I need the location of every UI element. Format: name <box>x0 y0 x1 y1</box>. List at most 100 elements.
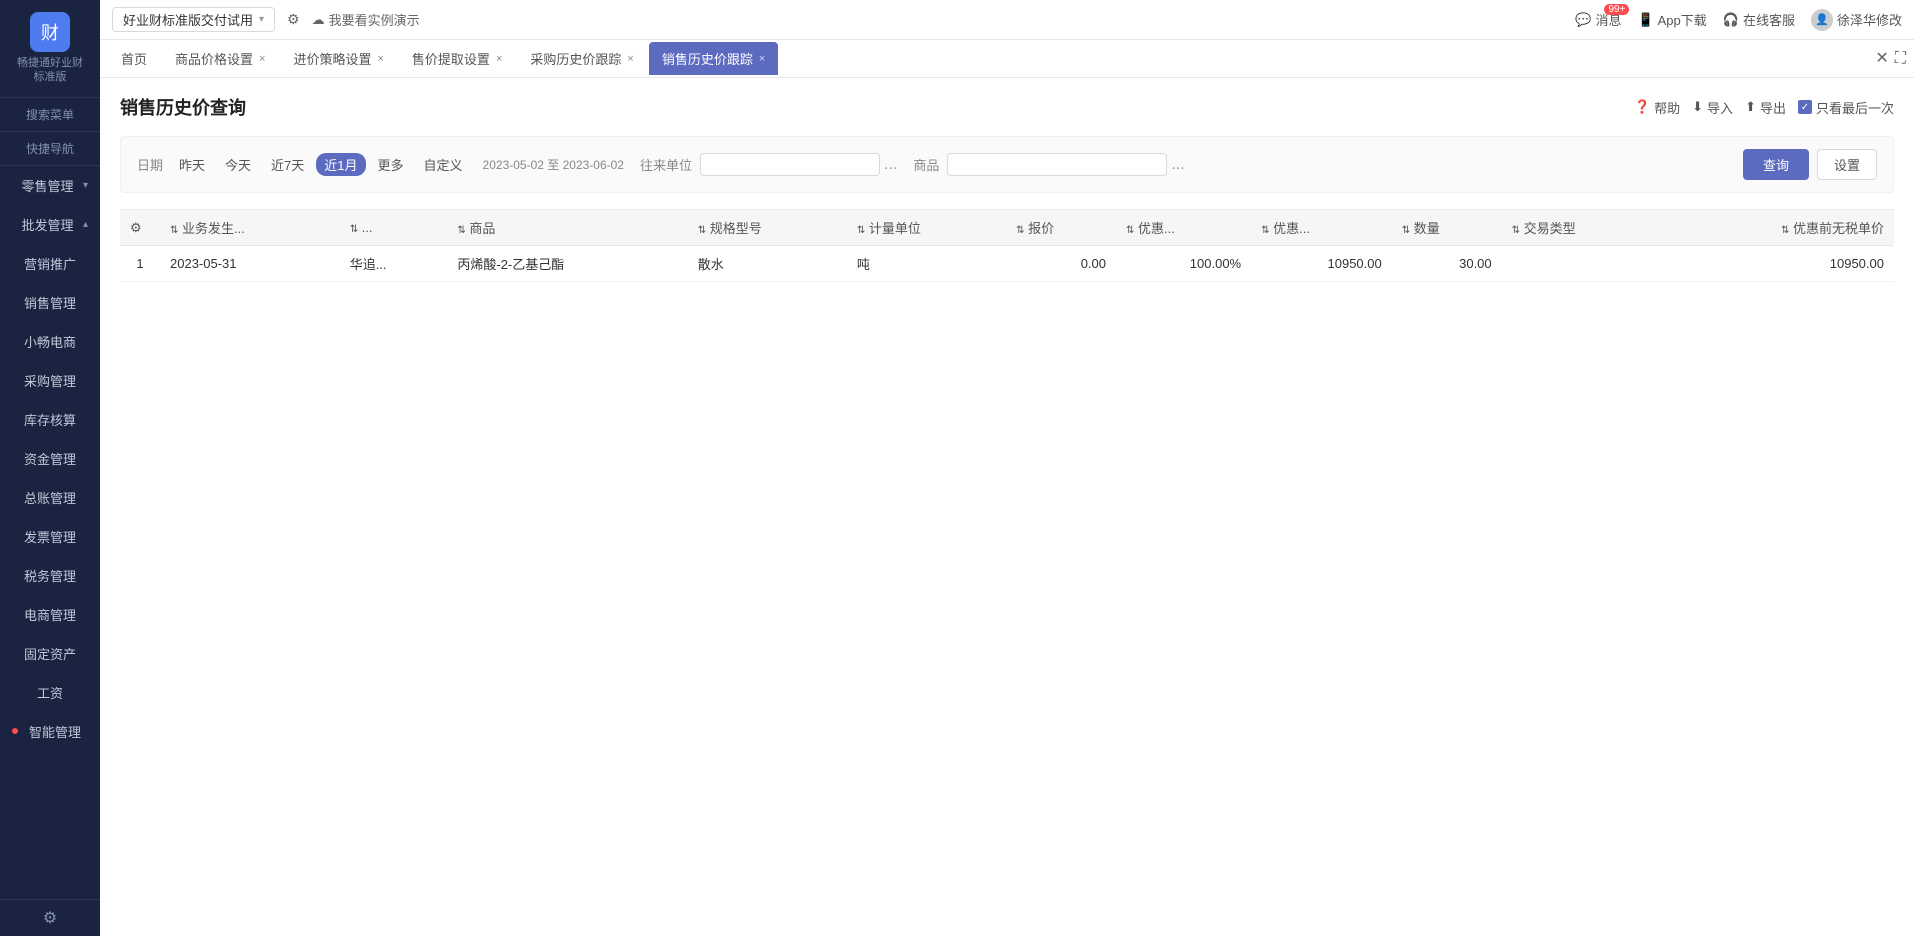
gear-icon[interactable]: ⚙ <box>43 908 57 928</box>
col-header-pretax-price[interactable]: ⇅ 优惠前无税单价 <box>1661 210 1894 246</box>
sort-icon: ⇅ <box>1781 225 1789 236</box>
message-icon: 💬 <box>1575 12 1591 28</box>
only-last-checkbox[interactable]: ✓ 只看最后一次 <box>1798 98 1894 117</box>
tabbar: 首页 商品价格设置 × 进价策略设置 × 售价提取设置 × 采购历史价跟踪 × … <box>100 40 1914 78</box>
filter-date-group: 日期 昨天 今天 近7天 近1月 更多 自定义 2023-05-02 至 202… <box>137 153 624 176</box>
app-download-button[interactable]: 📱 App下载 <box>1637 10 1706 29</box>
product-input[interactable] <box>947 153 1167 176</box>
table-body: 1 2023-05-31 华追... 丙烯酸-2-乙基己酯 散水 吨 0.00 … <box>120 246 1894 282</box>
filter-partner-group: 往来单位 ... <box>640 153 897 176</box>
col-header-price[interactable]: ⇅ 报价 <box>1006 210 1116 246</box>
date-opt-yesterday[interactable]: 昨天 <box>171 153 213 176</box>
sidebar-item-xcshop[interactable]: 小畅电商 <box>0 322 100 361</box>
sidebar-item-purchase[interactable]: 采购管理 <box>0 361 100 400</box>
date-opt-more[interactable]: 更多 <box>370 153 412 176</box>
content-inner: 销售历史价查询 ❓ 帮助 ⬇ 导入 ⬆ 导出 ✓ <box>100 78 1914 298</box>
logo-text: 畅捷通好业财标准版 <box>17 56 83 85</box>
sidebar-search[interactable]: 搜索菜单 <box>0 98 100 132</box>
col-header-trade-type[interactable]: ⇅ 交易类型 <box>1502 210 1661 246</box>
col-header-spec[interactable]: ⇅ 规格型号 <box>688 210 847 246</box>
sidebar-item-payroll[interactable]: 工资 <box>0 673 100 712</box>
tab-home[interactable]: 首页 <box>108 42 160 75</box>
tab-product-price[interactable]: 商品价格设置 × <box>162 42 278 75</box>
col-header-quantity[interactable]: ⇅ 数量 <box>1392 210 1502 246</box>
tab-purchase-history[interactable]: 采购历史价跟踪 × <box>517 42 646 75</box>
topbar-gear-icon[interactable]: ⚙ <box>287 11 300 28</box>
partner-select-button[interactable]: ... <box>884 156 897 174</box>
query-button[interactable]: 查询 <box>1743 149 1809 180</box>
sort-icon: ⇅ <box>857 225 865 236</box>
col-header-discount2[interactable]: ⇅ 优惠... <box>1251 210 1392 246</box>
tab-close-purchase-history[interactable]: × <box>627 53 633 65</box>
sidebar-item-smart[interactable]: 智能管理 <box>0 712 100 751</box>
sort-icon: ⇅ <box>457 225 465 236</box>
date-opt-today[interactable]: 今天 <box>217 153 259 176</box>
filter-actions: 查询 设置 <box>1743 149 1877 180</box>
demo-link[interactable]: ☁ 我要看实例演示 <box>312 10 420 29</box>
sidebar-item-invoice[interactable]: 发票管理 <box>0 517 100 556</box>
demo-icon: ☁ <box>312 12 325 28</box>
cell-pretax-price: 10950.00 <box>1661 246 1894 282</box>
sidebar-menu: 零售管理 ▾ 批发管理 ▴ 营销推广 销售管理 小畅电商 采购管理 库存核算 资… <box>0 166 100 899</box>
help-button[interactable]: ❓ 帮助 <box>1634 98 1680 117</box>
sidebar-item-wholesale[interactable]: 批发管理 ▴ <box>0 205 100 244</box>
tab-close-sale-extract[interactable]: × <box>496 53 502 65</box>
version-selector[interactable]: 好业财标准版交付试用 ▾ <box>112 7 275 32</box>
date-range-display: 2023-05-02 至 2023-06-02 <box>483 156 624 173</box>
logo-icon: 财 <box>30 12 70 52</box>
sidebar-item-retail[interactable]: 零售管理 ▾ <box>0 166 100 205</box>
product-select-button[interactable]: ... <box>1171 156 1184 174</box>
topbar-right: 💬 消息 99+ 📱 App下载 🎧 在线客服 👤 徐泽华修改 <box>1575 9 1902 31</box>
mobile-icon: 📱 <box>1637 12 1653 28</box>
settings-button[interactable]: 设置 <box>1817 149 1877 180</box>
sidebar-item-sales[interactable]: 销售管理 <box>0 283 100 322</box>
cell-trade-type <box>1502 246 1661 282</box>
import-button[interactable]: ⬇ 导入 <box>1692 98 1733 117</box>
col-header-unit[interactable]: ⇅ 计量单位 <box>847 210 1006 246</box>
sidebar-item-inventory[interactable]: 库存核算 <box>0 400 100 439</box>
cell-unit: 吨 <box>847 246 1006 282</box>
col-header-product[interactable]: ⇅ 商品 <box>447 210 687 246</box>
tab-close-sales-history[interactable]: × <box>759 53 765 65</box>
tab-close-purchase-strategy[interactable]: × <box>377 53 383 65</box>
message-button[interactable]: 💬 消息 99+ <box>1575 10 1621 29</box>
sidebar-item-finance[interactable]: 资金管理 <box>0 439 100 478</box>
tab-purchase-strategy[interactable]: 进价策略设置 × <box>280 42 396 75</box>
table-header: ⚙ ⇅ 业务发生... ⇅ ... ⇅ 商品 <box>120 210 1894 246</box>
col-header-date[interactable]: ⇅ 业务发生... <box>160 210 340 246</box>
sidebar-item-assets[interactable]: 固定资产 <box>0 634 100 673</box>
gear-icon[interactable]: ⚙ <box>130 220 142 235</box>
date-opt-custom[interactable]: 自定义 <box>416 153 471 176</box>
page-actions: ❓ 帮助 ⬇ 导入 ⬆ 导出 ✓ 只看最后一次 <box>1634 98 1894 117</box>
sidebar-item-ledger[interactable]: 总账管理 <box>0 478 100 517</box>
tab-sale-extract[interactable]: 售价提取设置 × <box>399 42 515 75</box>
sort-icon: ⇅ <box>1261 225 1269 236</box>
maximize-window-button[interactable]: ⛶ <box>1895 51 1906 67</box>
main-area: 好业财标准版交付试用 ▾ ⚙ ☁ 我要看实例演示 💬 消息 99+ 📱 App下… <box>100 0 1914 936</box>
date-opt-last7[interactable]: 近7天 <box>263 153 312 176</box>
import-icon: ⬇ <box>1692 99 1703 115</box>
partner-input[interactable] <box>700 153 880 176</box>
cell-product: 丙烯酸-2-乙基己酯 <box>447 246 687 282</box>
close-window-button[interactable]: ✕ <box>1875 51 1888 67</box>
sidebar-item-marketing[interactable]: 营销推广 <box>0 244 100 283</box>
sidebar-item-tax[interactable]: 税务管理 <box>0 556 100 595</box>
sort-icon: ⇅ <box>1016 225 1024 236</box>
data-table: ⚙ ⇅ 业务发生... ⇅ ... ⇅ 商品 <box>120 209 1894 282</box>
col-header-extra[interactable]: ⇅ ... <box>340 210 448 246</box>
col-header-discount1[interactable]: ⇅ 优惠... <box>1116 210 1251 246</box>
tab-sales-history[interactable]: 销售历史价跟踪 × <box>649 42 778 75</box>
export-button[interactable]: ⬆ 导出 <box>1745 98 1786 117</box>
user-menu-button[interactable]: 👤 徐泽华修改 <box>1811 9 1902 31</box>
sidebar-quicknav[interactable]: 快捷导航 <box>0 132 100 166</box>
sidebar: 财 畅捷通好业财标准版 搜索菜单 快捷导航 零售管理 ▾ 批发管理 ▴ 营销推广… <box>0 0 100 936</box>
online-support-button[interactable]: 🎧 在线客服 <box>1723 10 1795 29</box>
cell-date: 2023-05-31 <box>160 246 340 282</box>
col-header-gear[interactable]: ⚙ <box>120 210 160 246</box>
date-opt-last1m[interactable]: 近1月 <box>316 153 365 176</box>
date-options: 昨天 今天 近7天 近1月 更多 自定义 <box>171 153 471 176</box>
chevron-up-icon: ▴ <box>83 219 88 230</box>
sidebar-item-ecom[interactable]: 电商管理 <box>0 595 100 634</box>
sort-icon: ⇅ <box>350 224 358 235</box>
tab-close-product-price[interactable]: × <box>259 53 265 65</box>
